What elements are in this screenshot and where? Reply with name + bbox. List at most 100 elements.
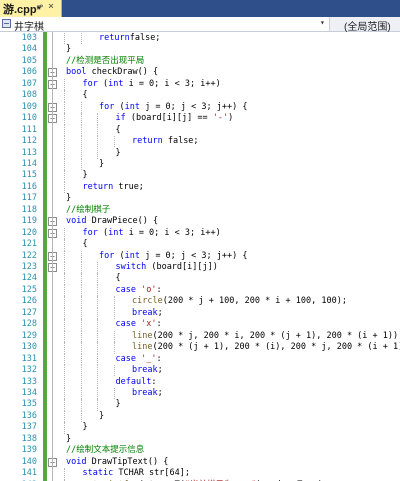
code-token: (board[i][j] == bbox=[125, 113, 213, 124]
code-editor[interactable]: 103returnfalse;104}105 //检测是否出现平局106−bool… bbox=[0, 32, 400, 481]
indent-guide bbox=[64, 101, 65, 114]
code-line[interactable]: 115} bbox=[0, 170, 400, 182]
code-line[interactable]: 111 { bbox=[0, 124, 400, 137]
code-line[interactable]: 132 break; bbox=[0, 365, 400, 377]
code-line[interactable]: 121 { bbox=[0, 239, 400, 251]
line-number: 132 bbox=[21, 365, 37, 376]
code-line[interactable]: 107−for (int i = 0; i < 3; i++) bbox=[0, 78, 400, 91]
code-line[interactable]: 119−void DrawPiece() { bbox=[0, 216, 400, 228]
line-number: 124 bbox=[21, 273, 37, 284]
code-line[interactable]: 141 static TCHAR str[64]; bbox=[0, 468, 400, 480]
document-tab[interactable]: 游.cpp* ⊸ × bbox=[0, 0, 62, 17]
chevron-down-icon[interactable]: ▾ bbox=[320, 18, 325, 27]
code-line[interactable]: 135} bbox=[0, 399, 400, 411]
code-line[interactable]: 120−for (int i = 0; i < 3; i++) bbox=[0, 227, 400, 240]
code-line[interactable]: 104} bbox=[0, 44, 400, 56]
line-number: 125 bbox=[21, 284, 37, 295]
close-icon[interactable]: × bbox=[48, 1, 54, 12]
indent-guide bbox=[80, 342, 82, 354]
indent-guide bbox=[113, 296, 115, 308]
code-text: case '_': bbox=[116, 354, 162, 366]
line-number: 122 bbox=[21, 250, 37, 261]
code-line[interactable]: 130 line(200 * (j + 1), 200 * (i), 200 * … bbox=[0, 342, 400, 354]
indent-guide bbox=[64, 227, 65, 240]
code-text: //绘制文本提示信息 bbox=[66, 445, 144, 457]
pin-icon[interactable]: ⊸ bbox=[37, 1, 43, 12]
code-line[interactable]: 122−for (int j = 0; j < 3; j++) { bbox=[0, 250, 400, 263]
indent-guide bbox=[80, 330, 82, 343]
code-line[interactable]: 140−void DrawTipText() { bbox=[0, 457, 400, 469]
code-line[interactable]: 110−if (board[i][j] == '-') bbox=[0, 113, 400, 125]
code-line[interactable]: 124 { bbox=[0, 273, 400, 285]
keyword-token: for bbox=[99, 101, 115, 112]
indent-guide bbox=[80, 353, 82, 366]
line-number: 108 bbox=[21, 90, 37, 101]
code-line[interactable]: 108 { bbox=[0, 90, 400, 102]
line-number: 103 bbox=[21, 33, 37, 43]
indent-guide bbox=[80, 124, 82, 137]
code-text: for (int j = 0; j < 3; j++) { bbox=[99, 102, 247, 114]
code-token: TCHAR str[64]; bbox=[113, 468, 190, 479]
keyword-token: static bbox=[82, 468, 114, 479]
code-line[interactable]: 129 line(200 * j, 200 * i, 200 * (j + 1),… bbox=[0, 330, 400, 343]
code-line[interactable]: 112 return false; bbox=[0, 136, 400, 148]
indent-guide bbox=[64, 376, 65, 388]
code-line[interactable]: 123−switch (board[i][j]) bbox=[0, 262, 400, 274]
code-line[interactable]: 125 case 'o': bbox=[0, 284, 400, 297]
code-line[interactable]: 131 case '_': bbox=[0, 353, 400, 366]
line-number: 112 bbox=[21, 136, 37, 147]
code-text: for (int i = 0; i < 3; i++) bbox=[83, 228, 221, 240]
indent-guide bbox=[64, 90, 65, 102]
code-line[interactable]: 128 case 'x': bbox=[0, 319, 400, 331]
line-number: 130 bbox=[21, 342, 37, 353]
indent-guide bbox=[97, 113, 98, 125]
code-line[interactable]: 133 default: bbox=[0, 376, 400, 389]
code-token: } bbox=[99, 410, 105, 421]
code-line[interactable]: 137} bbox=[0, 422, 400, 434]
code-token: (200 * j + 100, 200 * i + 100, 100); bbox=[162, 296, 347, 307]
keyword-token: void bbox=[66, 216, 87, 227]
code-line[interactable]: 134 break; bbox=[0, 387, 400, 400]
code-text: //绘制棋子 bbox=[66, 205, 110, 217]
indent-guide bbox=[80, 136, 82, 148]
code-line[interactable]: 138} bbox=[0, 434, 400, 446]
code-token: ( bbox=[114, 250, 125, 261]
code-token: } bbox=[66, 193, 72, 204]
code-text: break; bbox=[132, 388, 163, 400]
line-number: 105 bbox=[21, 55, 37, 66]
code-text: } bbox=[66, 193, 71, 205]
line-number: 117 bbox=[21, 193, 37, 204]
code-line[interactable]: 127 break; bbox=[0, 307, 400, 320]
code-text: //检测是否出现平局 bbox=[66, 56, 144, 68]
keyword-token: return bbox=[82, 181, 114, 192]
code-line[interactable]: 113} bbox=[0, 147, 400, 160]
line-number: 126 bbox=[21, 296, 37, 307]
code-line[interactable]: 109−for (int j = 0; j < 3; j++) { bbox=[0, 101, 400, 114]
indent-guide bbox=[64, 296, 65, 308]
project-scope-dropdown[interactable]: 井字棋 ▾ bbox=[0, 17, 330, 33]
indent-guide bbox=[80, 113, 82, 125]
code-line[interactable]: 139 //绘制文本提示信息 bbox=[0, 445, 400, 457]
code-text: default: bbox=[116, 377, 157, 389]
indent-guide bbox=[97, 399, 98, 411]
line-number: 123 bbox=[21, 262, 37, 272]
line-number: 133 bbox=[21, 376, 37, 387]
indent-guide bbox=[64, 158, 65, 171]
code-line[interactable]: 126 circle(200 * j + 100, 200 * i + 100, … bbox=[0, 296, 400, 308]
code-token: (200 * (j + 1), 200 * (i), 200 * j, 200 … bbox=[152, 342, 400, 353]
code-text: for (int i = 0; i < 3; i++) bbox=[83, 79, 221, 91]
code-line[interactable]: 116 return true; bbox=[0, 181, 400, 194]
indent-guide bbox=[97, 284, 98, 297]
code-line[interactable]: 136} bbox=[0, 410, 400, 423]
code-line[interactable]: 118 //绘制棋子 bbox=[0, 205, 400, 217]
code-text: bool checkDraw() { bbox=[66, 67, 158, 79]
code-line[interactable]: 117} bbox=[0, 193, 400, 205]
code-text: break; bbox=[132, 365, 163, 377]
code-line[interactable]: 106−bool checkDraw() { bbox=[0, 67, 400, 79]
code-line[interactable]: 114} bbox=[0, 158, 400, 171]
member-scope-dropdown[interactable]: (全局范围) bbox=[332, 17, 400, 33]
code-line[interactable]: 105 //检测是否出现平局 bbox=[0, 56, 400, 68]
indent-guide bbox=[97, 376, 98, 388]
code-text: line(200 * (j + 1), 200 * (i), 200 * j, … bbox=[132, 342, 400, 354]
code-line[interactable]: 103 returnfalse; bbox=[0, 33, 400, 45]
